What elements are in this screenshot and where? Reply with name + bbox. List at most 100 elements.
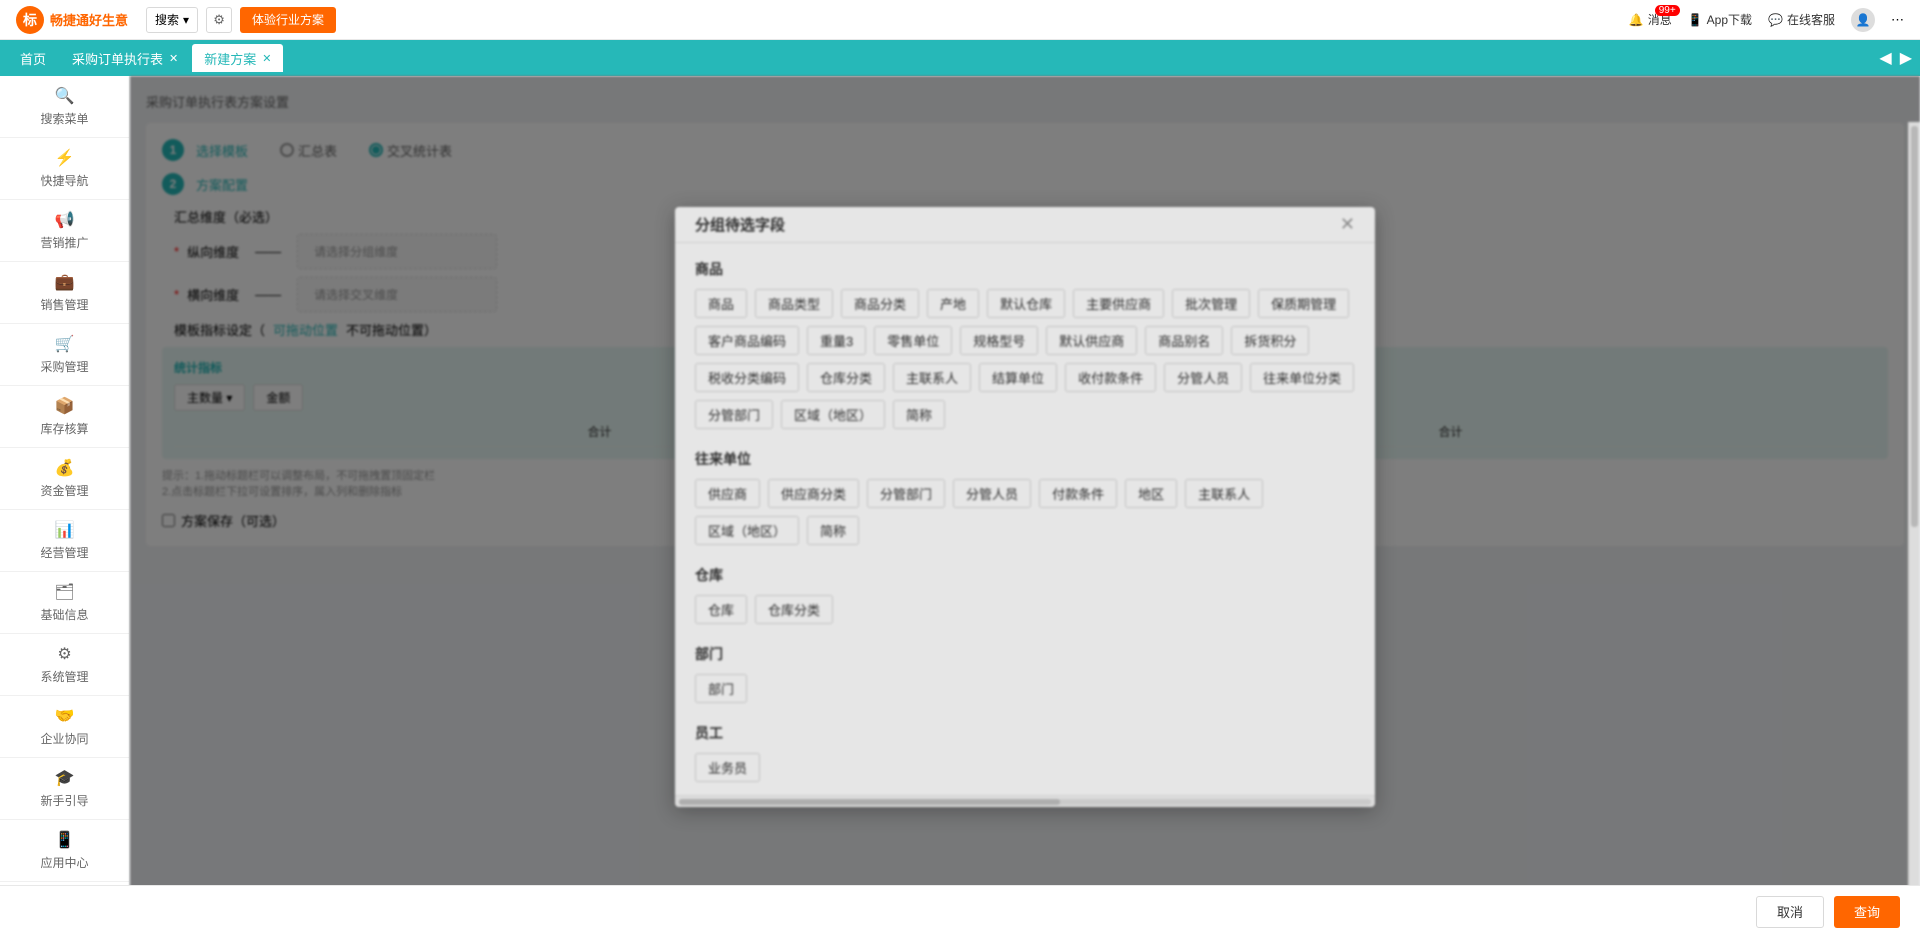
field-tag[interactable]: 主联系人 — [893, 363, 971, 392]
tab-new-plan-close[interactable]: ✕ — [262, 52, 271, 65]
main-layout: 🔍 搜索菜单 ⚡ 快捷导航 📢 营销推广 💼 销售管理 🛒 采购管理 📦 库存核… — [0, 76, 1920, 937]
search-dropdown[interactable]: 搜索 ▾ — [146, 7, 198, 33]
field-tag[interactable]: 区域（地区） — [781, 400, 885, 429]
field-tag[interactable]: 业务员 — [695, 753, 760, 782]
app-download-button[interactable]: 📱 App下载 — [1688, 11, 1752, 28]
online-service-button[interactable]: 💬 在线客服 — [1768, 11, 1835, 28]
field-tag[interactable]: 规格型号 — [960, 326, 1038, 355]
field-tag[interactable]: 付款条件 — [1039, 479, 1117, 508]
system-icon: ⚙ — [55, 644, 75, 664]
field-tag[interactable]: 默认仓库 — [987, 289, 1065, 318]
sidebar-item-marketing[interactable]: 📢 营销推广 — [0, 200, 129, 262]
field-tag[interactable]: 商品类型 — [755, 289, 833, 318]
hscroll-thumb — [679, 799, 1060, 805]
field-group-employee-title: 员工 — [695, 723, 1355, 743]
tab-purchase-close[interactable]: ✕ — [169, 52, 178, 65]
experience-button[interactable]: 体验行业方案 — [240, 7, 336, 33]
guide-icon: 🎓 — [55, 768, 75, 788]
field-tag[interactable]: 地区 — [1125, 479, 1177, 508]
settings-button[interactable]: ⚙ — [206, 7, 232, 33]
sidebar-label-collab: 企业协同 — [40, 730, 88, 747]
field-tag[interactable]: 仓库 — [695, 595, 747, 624]
tab-next-icon[interactable]: ▶ — [1900, 48, 1912, 68]
field-tag[interactable]: 分管部门 — [695, 400, 773, 429]
modal-close-button[interactable]: ✕ — [1340, 214, 1355, 235]
field-tag[interactable]: 分管部门 — [867, 479, 945, 508]
online-service-label: 在线客服 — [1787, 11, 1835, 28]
sidebar-item-inventory[interactable]: 📦 库存核算 — [0, 386, 129, 448]
finance-icon: 💰 — [55, 458, 75, 478]
field-tag[interactable]: 往来单位分类 — [1250, 363, 1354, 392]
field-tag[interactable]: 分管人员 — [953, 479, 1031, 508]
collab-icon: 🤝 — [55, 706, 75, 726]
field-tag[interactable]: 简称 — [893, 400, 945, 429]
sidebar-item-collab[interactable]: 🤝 企业协同 — [0, 696, 129, 758]
tab-purchase-execution[interactable]: 采购订单执行表 ✕ — [60, 44, 190, 72]
field-tag[interactable]: 简称 — [807, 516, 859, 545]
sidebar-item-purchase[interactable]: 🛒 采购管理 — [0, 324, 129, 386]
field-tag[interactable]: 供应商 — [695, 479, 760, 508]
top-header: 标 畅捷通好生意 搜索 ▾ ⚙ 体验行业方案 🔔 消息 99+ 📱 App下载 … — [0, 0, 1920, 40]
field-tag[interactable]: 结算单位 — [979, 363, 1057, 392]
field-tag[interactable]: 主要供应商 — [1073, 289, 1164, 318]
field-tag[interactable]: 部门 — [695, 674, 747, 703]
content-area: 采购订单执行表方案设置 1 选择模板 汇总表 交叉统计表 2 方 — [130, 76, 1920, 937]
tab-purchase-label: 采购订单执行表 — [72, 49, 163, 68]
service-icon: 💬 — [1768, 13, 1783, 27]
department-fields: 部门 — [695, 674, 1355, 703]
modal-dialog: 分组待选字段 ✕ 商品 商品 商品类型 商品分类 产地 默认仓库 主要供应商 — [675, 207, 1375, 807]
inventory-icon: 📦 — [55, 396, 75, 416]
tab-new-plan-label: 新建方案 — [204, 49, 256, 68]
sidebar-item-sales[interactable]: 💼 销售管理 — [0, 262, 129, 324]
purchase-icon: 🛒 — [55, 334, 75, 354]
sidebar-item-search[interactable]: 🔍 搜索菜单 — [0, 76, 129, 138]
sidebar-label-basics: 基础信息 — [40, 606, 88, 623]
employee-fields: 业务员 — [695, 753, 1355, 782]
field-tag[interactable]: 供应商分类 — [768, 479, 859, 508]
field-tag[interactable]: 保质期管理 — [1258, 289, 1349, 318]
field-tag[interactable]: 主联系人 — [1185, 479, 1263, 508]
sidebar-item-apps[interactable]: 📱 应用中心 — [0, 820, 129, 882]
sidebar-item-quick-nav[interactable]: ⚡ 快捷导航 — [0, 138, 129, 200]
field-tag[interactable]: 仓库分类 — [807, 363, 885, 392]
field-tag[interactable]: 商品分类 — [841, 289, 919, 318]
field-tag[interactable]: 拆货积分 — [1231, 326, 1309, 355]
tab-prev-icon[interactable]: ◀ — [1879, 48, 1891, 68]
tab-home[interactable]: 首页 — [8, 44, 58, 72]
sidebar-item-operations[interactable]: 📊 经营管理 — [0, 510, 129, 572]
field-tag[interactable]: 仓库分类 — [755, 595, 833, 624]
field-tag[interactable]: 商品别名 — [1145, 326, 1223, 355]
tab-new-plan[interactable]: 新建方案 ✕ — [192, 44, 283, 72]
field-tag[interactable]: 区域（地区） — [695, 516, 799, 545]
messages-badge: 99+ — [1655, 5, 1680, 16]
sidebar-item-system[interactable]: ⚙ 系统管理 — [0, 634, 129, 696]
field-tag[interactable]: 收付款条件 — [1065, 363, 1156, 392]
field-group-product-title: 商品 — [695, 259, 1355, 279]
field-tag[interactable]: 批次管理 — [1172, 289, 1250, 318]
field-tag[interactable]: 零售单位 — [874, 326, 952, 355]
apps-icon: 📱 — [55, 830, 75, 850]
confirm-button[interactable]: 查询 — [1834, 896, 1900, 928]
gear-icon: ⚙ — [213, 12, 225, 28]
sidebar-label-finance: 资金管理 — [40, 482, 88, 499]
chevron-down-icon: ▾ — [183, 13, 189, 27]
field-tag[interactable]: 产地 — [927, 289, 979, 318]
user-avatar[interactable]: 👤 — [1851, 8, 1875, 32]
field-tag[interactable]: 商品 — [695, 289, 747, 318]
field-tag[interactable]: 分管人员 — [1164, 363, 1242, 392]
cancel-button[interactable]: 取消 — [1756, 896, 1824, 928]
field-tag[interactable]: 默认供应商 — [1046, 326, 1137, 355]
modal-hscroll[interactable] — [675, 795, 1375, 806]
messages-button[interactable]: 🔔 消息 99+ — [1629, 11, 1672, 28]
field-group-warehouse-title: 仓库 — [695, 565, 1355, 585]
field-tag[interactable]: 税收分类编码 — [695, 363, 799, 392]
sidebar-item-basics[interactable]: 🗂 基础信息 — [0, 572, 129, 634]
app-download-label: App下载 — [1707, 11, 1752, 28]
field-tag[interactable]: 重量3 — [807, 326, 866, 355]
sidebar-item-guide[interactable]: 🎓 新手引导 — [0, 758, 129, 820]
tab-bar: 首页 采购订单执行表 ✕ 新建方案 ✕ ◀ ▶ — [0, 40, 1920, 76]
modal-body[interactable]: 商品 商品 商品类型 商品分类 产地 默认仓库 主要供应商 批次管理 保质期管理… — [675, 243, 1375, 795]
sidebar-item-finance[interactable]: 💰 资金管理 — [0, 448, 129, 510]
field-group-warehouse: 仓库 仓库 仓库分类 — [695, 565, 1355, 624]
field-tag[interactable]: 客户商品编码 — [695, 326, 799, 355]
